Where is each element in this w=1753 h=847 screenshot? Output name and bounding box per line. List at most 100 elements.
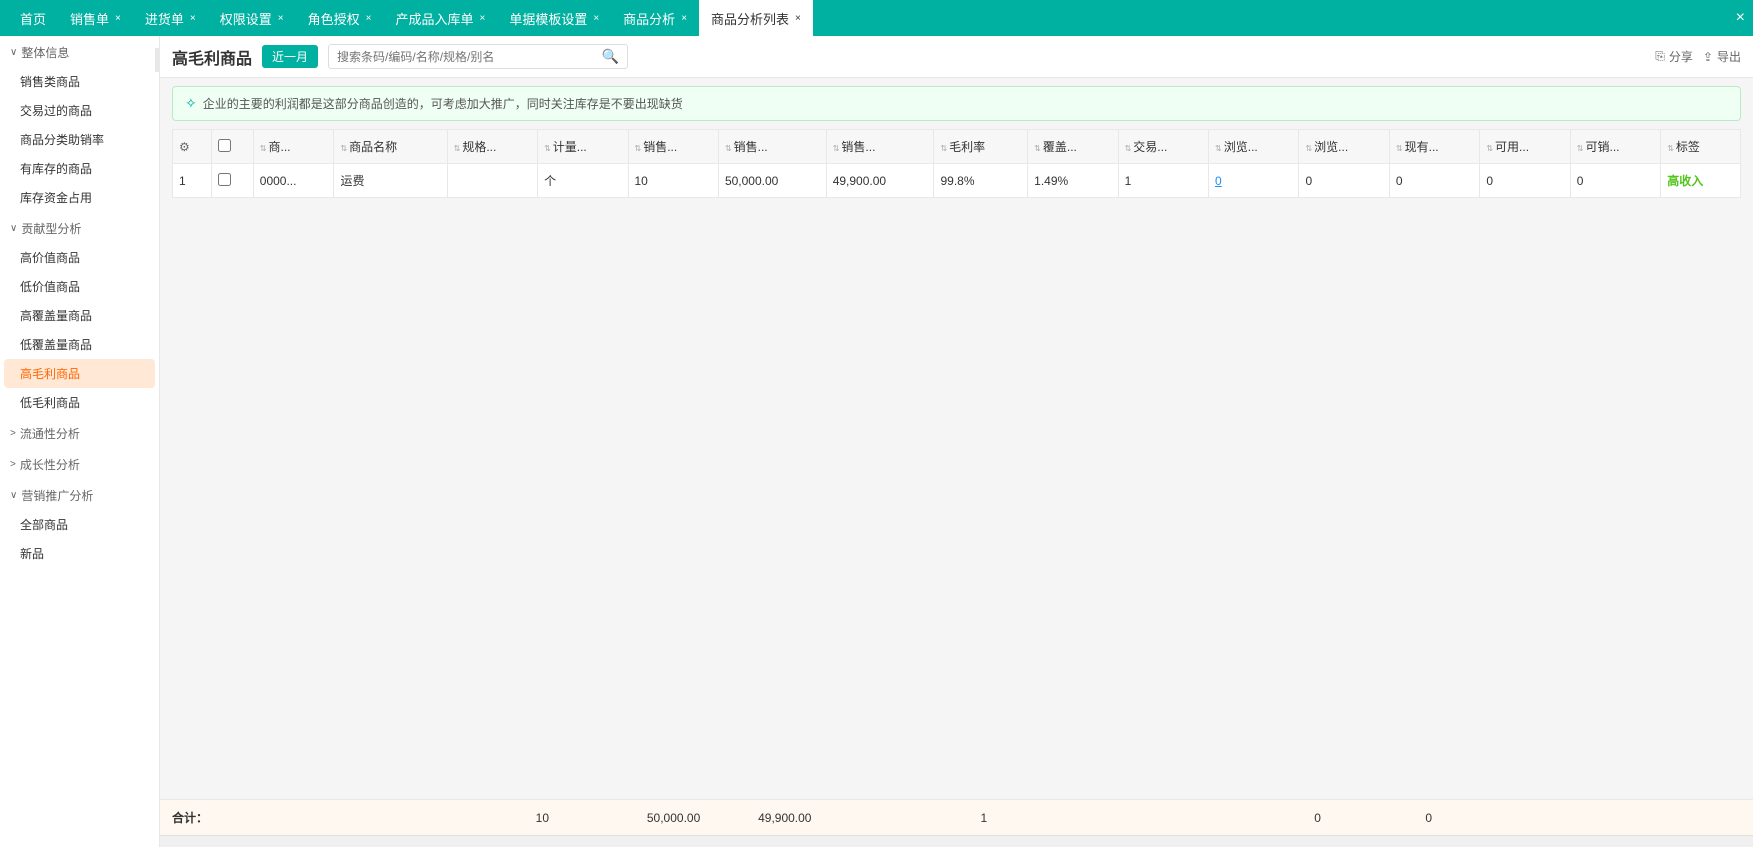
row-spec xyxy=(447,164,537,198)
col-header-currentStock[interactable]: ⇅现有... xyxy=(1389,130,1479,164)
select-all-checkbox[interactable] xyxy=(218,139,231,152)
col-header-tradeCount[interactable]: ⇅交易... xyxy=(1118,130,1208,164)
top-nav: 首页销售单 ×进货单 ×权限设置 ×角色授权 ×产成品入库单 ×单据模板设置 ×… xyxy=(0,0,1753,36)
sidebar-group-贡献型分析[interactable]: ∨贡献型分析 xyxy=(0,212,159,243)
tab-close-icon[interactable]: × xyxy=(795,13,801,24)
col-sort-icon: ⇅ xyxy=(1396,144,1403,153)
group-arrow-icon: ∨ xyxy=(10,47,17,58)
sidebar-item-库存资金占用[interactable]: 库存资金占用 xyxy=(0,183,159,212)
nav-tab-进货单[interactable]: 进货单 × xyxy=(133,0,208,36)
col-sort-icon: ⇅ xyxy=(833,144,840,153)
col-header-spec[interactable]: ⇅规格... xyxy=(447,130,537,164)
nav-tab-商品分析列表[interactable]: 商品分析列表 × xyxy=(699,0,813,36)
nav-tab-商品分析[interactable]: 商品分析 × xyxy=(611,0,699,36)
tab-close-icon[interactable]: × xyxy=(115,13,121,24)
sidebar: « ∨整体信息销售类商品交易过的商品商品分类助销率有库存的商品库存资金占用∨贡献… xyxy=(0,36,160,847)
col-header-tag[interactable]: ⇅标签 xyxy=(1661,130,1741,164)
tab-close-icon[interactable]: × xyxy=(479,13,485,24)
footer-current-stock: 0 xyxy=(1308,811,1419,825)
row-trade-count: 1 xyxy=(1118,164,1208,198)
tab-close-icon[interactable]: × xyxy=(593,13,599,24)
sidebar-group-成长性分析[interactable]: >成长性分析 xyxy=(0,448,159,479)
row-checkbox[interactable] xyxy=(211,164,253,198)
sidebar-item-商品分类助销率[interactable]: 商品分类助销率 xyxy=(0,125,159,154)
tab-close-icon[interactable]: × xyxy=(278,13,284,24)
sidebar-collapse-button[interactable]: « xyxy=(155,48,160,72)
info-icon: ✧ xyxy=(185,95,197,112)
footer-spacer-4 xyxy=(1197,811,1308,825)
footer-sale-qty: 10 xyxy=(530,811,641,825)
footer-sale-profit: 49,900.00 xyxy=(752,811,863,825)
sidebar-group-整体信息[interactable]: ∨整体信息 xyxy=(0,36,159,67)
group-arrow-icon: > xyxy=(10,459,16,470)
nav-tab-权限设置[interactable]: 权限设置 × xyxy=(208,0,296,36)
sidebar-group-营销推广分析[interactable]: ∨营销推广分析 xyxy=(0,479,159,510)
col-settings-icon[interactable]: ⚙ xyxy=(179,140,190,154)
table-wrapper: ⚙⇅商...⇅商品名称⇅规格...⇅计量...⇅销售...⇅销售...⇅销售..… xyxy=(160,129,1753,799)
sidebar-item-高覆盖量商品[interactable]: 高覆盖量商品 xyxy=(0,301,159,330)
tab-close-icon[interactable]: × xyxy=(366,13,372,24)
footer-sale-amount: 50,000.00 xyxy=(641,811,752,825)
col-sort-icon: ⇅ xyxy=(1577,144,1584,153)
share-icon: ⎘ xyxy=(1655,49,1665,64)
col-header-saleProfit[interactable]: ⇅销售... xyxy=(826,130,934,164)
search-input[interactable] xyxy=(337,50,598,64)
export-button[interactable]: ⇪ 导出 xyxy=(1703,48,1741,65)
search-box: 🔍 xyxy=(328,44,628,69)
footer-spacer-2 xyxy=(863,811,974,825)
col-sort-icon: ⇅ xyxy=(1667,144,1674,153)
row-current-stock: 0 xyxy=(1389,164,1479,198)
row-browse1: 0 xyxy=(1209,164,1299,198)
tab-close-icon[interactable]: × xyxy=(190,13,196,24)
col-header-coverage[interactable]: ⇅覆盖... xyxy=(1028,130,1118,164)
col-header-browseCount1[interactable]: ⇅浏览... xyxy=(1209,130,1299,164)
sidebar-item-高毛利商品[interactable]: 高毛利商品 xyxy=(4,359,155,388)
row-name: 运费 xyxy=(334,164,447,198)
row-checkbox-input[interactable] xyxy=(218,173,231,186)
sidebar-item-交易过的商品[interactable]: 交易过的商品 xyxy=(0,96,159,125)
sidebar-item-全部商品[interactable]: 全部商品 xyxy=(0,510,159,539)
col-header-saleAmount[interactable]: ⇅销售... xyxy=(718,130,826,164)
tab-close-icon[interactable]: × xyxy=(681,13,687,24)
nav-tab-销售单[interactable]: 销售单 × xyxy=(58,0,133,36)
sidebar-item-销售类商品[interactable]: 销售类商品 xyxy=(0,67,159,96)
content-area: 高毛利商品 近一月 🔍 ⎘ 分享 ⇪ 导出 ✧ 企业的主要的利润都是这部分商品创… xyxy=(160,36,1753,847)
sidebar-item-高价值商品[interactable]: 高价值商品 xyxy=(0,243,159,272)
main-layout: « ∨整体信息销售类商品交易过的商品商品分类助销率有库存的商品库存资金占用∨贡献… xyxy=(0,36,1753,847)
time-filter-button[interactable]: 近一月 xyxy=(262,45,318,68)
row-sale-profit: 49,900.00 xyxy=(826,164,934,198)
sidebar-item-低价值商品[interactable]: 低价值商品 xyxy=(0,272,159,301)
col-header-code[interactable]: ⇅商... xyxy=(253,130,334,164)
nav-tab-产成品入库单[interactable]: 产成品入库单 × xyxy=(383,0,497,36)
col-header-unit[interactable]: ⇅计量... xyxy=(538,130,628,164)
search-icon[interactable]: 🔍 xyxy=(602,48,619,65)
col-header-grossRate[interactable]: ⇅毛利率 xyxy=(934,130,1028,164)
col-sort-icon: ⇅ xyxy=(725,144,732,153)
col-sort-icon: ⇅ xyxy=(260,144,267,153)
col-sort-icon: ⇅ xyxy=(1215,144,1222,153)
scrollbar-row[interactable] xyxy=(160,835,1753,847)
col-header-saleQty[interactable]: ⇅销售... xyxy=(628,130,718,164)
sidebar-item-低覆盖量商品[interactable]: 低覆盖量商品 xyxy=(0,330,159,359)
row-sale-amount: 50,000.00 xyxy=(718,164,826,198)
footer-spacer-1 xyxy=(220,811,530,825)
nav-tab-角色授权[interactable]: 角色授权 × xyxy=(296,0,384,36)
sidebar-item-新品[interactable]: 新品 xyxy=(0,539,159,568)
col-sort-icon: ⇅ xyxy=(635,144,642,153)
col-header-sellableStock[interactable]: ⇅可销... xyxy=(1570,130,1660,164)
sidebar-group-流通性分析[interactable]: >流通性分析 xyxy=(0,417,159,448)
col-header-availableStock[interactable]: ⇅可用... xyxy=(1480,130,1570,164)
col-header-browseCount2[interactable]: ⇅浏览... xyxy=(1299,130,1389,164)
sidebar-item-低毛利商品[interactable]: 低毛利商品 xyxy=(0,388,159,417)
col-header-name[interactable]: ⇅商品名称 xyxy=(334,130,447,164)
share-button[interactable]: ⎘ 分享 xyxy=(1655,48,1693,65)
nav-tab-单据模板设置[interactable]: 单据模板设置 × xyxy=(497,0,611,36)
row-tag: 高收入 xyxy=(1661,164,1741,198)
col-header-settings[interactable]: ⚙ xyxy=(173,130,212,164)
row-coverage: 1.49% xyxy=(1028,164,1118,198)
close-all-button[interactable]: × xyxy=(1736,9,1745,27)
sidebar-item-有库存的商品[interactable]: 有库存的商品 xyxy=(0,154,159,183)
nav-tab-首页[interactable]: 首页 xyxy=(8,0,58,36)
col-sort-icon: ⇅ xyxy=(1125,144,1132,153)
col-header-checkbox[interactable] xyxy=(211,130,253,164)
